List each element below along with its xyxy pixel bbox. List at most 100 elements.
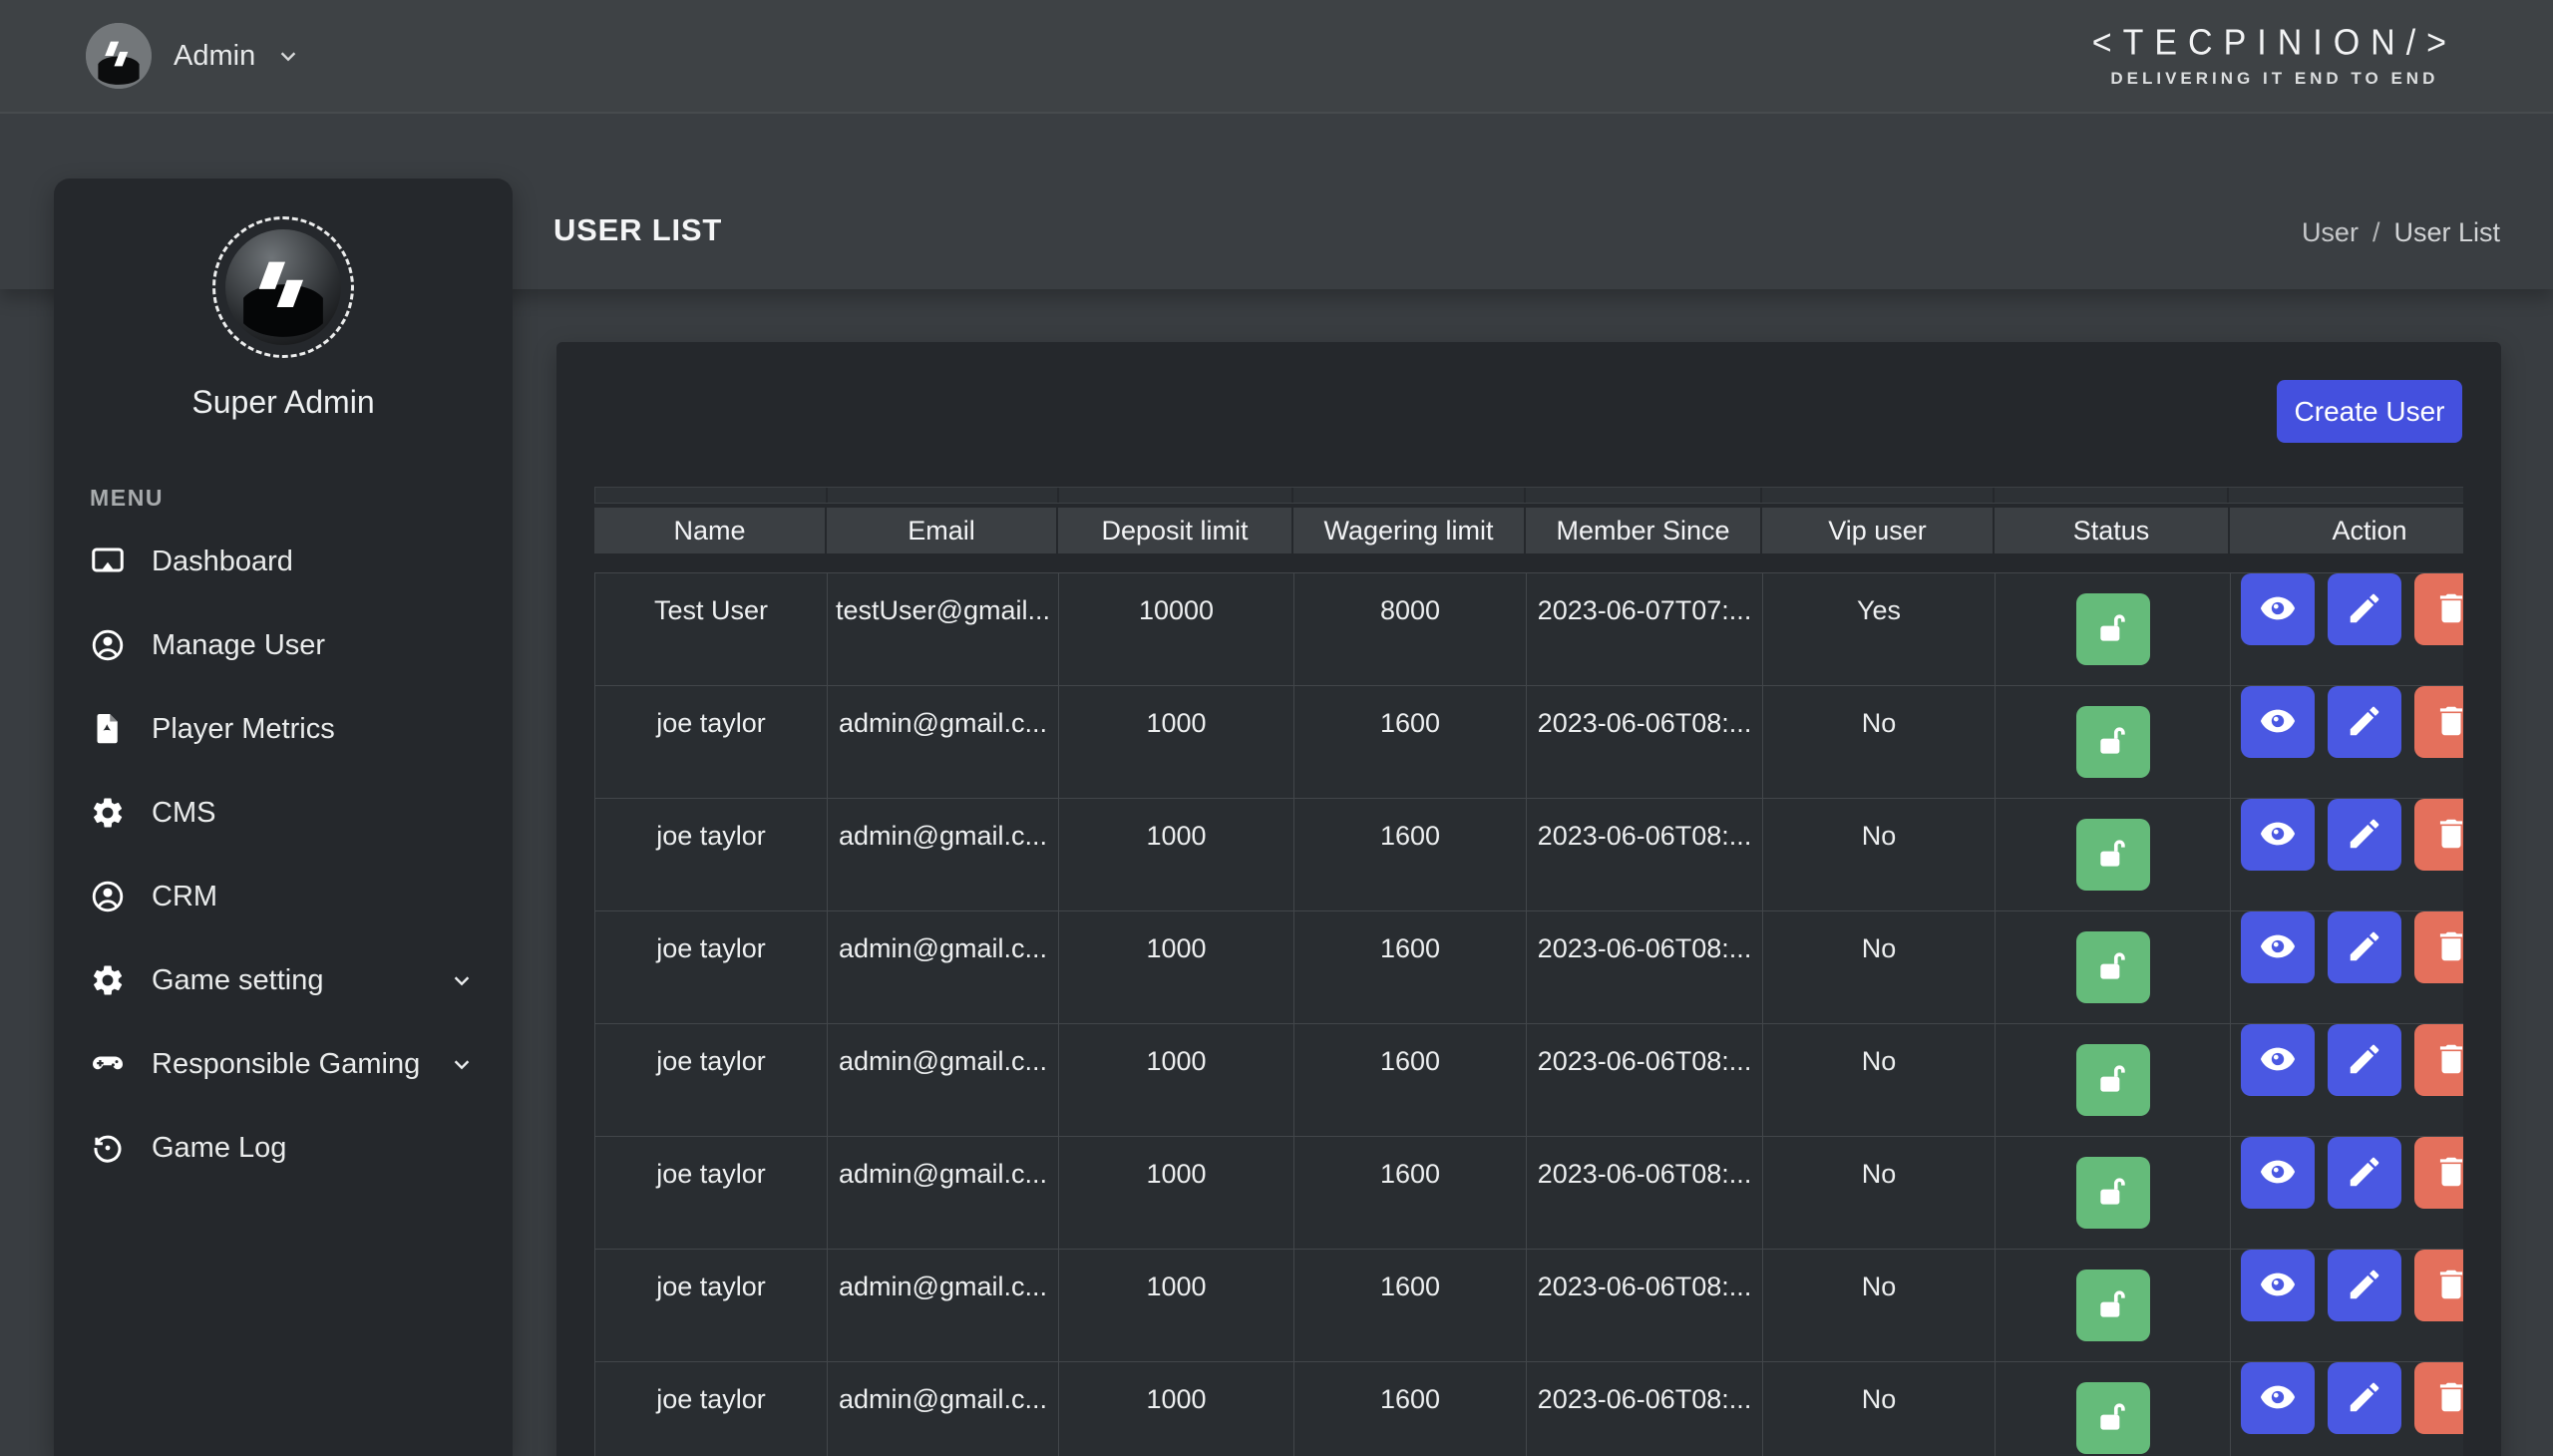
status-unlock-button[interactable] [2075, 1157, 2150, 1229]
unlock-icon [2094, 1398, 2132, 1439]
sidebar-item-label: Game setting [152, 963, 324, 996]
edit-button[interactable] [2328, 573, 2401, 645]
cell-actions [2231, 1137, 2463, 1249]
brand-logo: <TECPINION/> DELIVERING IT END TO END [2092, 23, 2457, 89]
sidebar-item-player-metrics[interactable]: Player Metrics [54, 687, 513, 771]
sidebar-item-game-log[interactable]: Game Log [54, 1106, 513, 1190]
user-list-panel: Create User Name Email Deposit limit Wageri… [556, 342, 2501, 1456]
cell-wagering-limit: 1600 [1294, 799, 1527, 910]
cell-email: admin@gmail.c... [828, 1250, 1059, 1361]
cell-name: joe taylor [595, 1250, 828, 1361]
breadcrumb-separator: / [2371, 217, 2380, 247]
cell-vip-user: No [1763, 911, 1996, 1023]
edit-button[interactable] [2328, 1250, 2401, 1321]
view-button[interactable] [2241, 1250, 2315, 1321]
sidebar-item-game-setting[interactable]: Game setting [54, 938, 513, 1022]
status-unlock-button[interactable] [2075, 1382, 2150, 1454]
user-circle-icon [90, 627, 126, 663]
pencil-icon [2346, 702, 2383, 743]
cell-email: admin@gmail.c... [828, 686, 1059, 798]
sidebar-item-dashboard[interactable]: Dashboard [54, 520, 513, 603]
chevron-down-icon [280, 52, 296, 62]
unlock-icon [2094, 1173, 2132, 1214]
sidebar-item-crm[interactable]: CRM [54, 855, 513, 938]
pencil-icon [2346, 1266, 2383, 1306]
trash-icon [2432, 1378, 2463, 1419]
delete-button[interactable] [2414, 686, 2463, 758]
admin-label: Admin [174, 39, 256, 72]
column-header-vip-user: Vip user [1762, 508, 1995, 553]
status-unlock-button[interactable] [2075, 1044, 2150, 1116]
history-icon [90, 1130, 126, 1166]
table-row: joe taylor admin@gmail.c... 1000 1600 2023-0… [595, 1362, 2463, 1456]
strip-cell [828, 488, 1059, 503]
cell-name: joe taylor [595, 686, 828, 798]
view-button[interactable] [2241, 911, 2315, 983]
delete-button[interactable] [2414, 1024, 2463, 1096]
strip-cell [1762, 488, 1995, 503]
view-button[interactable] [2241, 1362, 2315, 1434]
cell-email: admin@gmail.c... [828, 1362, 1059, 1456]
table-body: Test User testUser@gmail... 10000 8000 2023-… [594, 572, 2463, 1456]
brand-tagline: DELIVERING IT END TO END [2110, 68, 2439, 88]
status-unlock-button[interactable] [2075, 593, 2150, 665]
edit-button[interactable] [2328, 799, 2401, 871]
delete-button[interactable] [2414, 911, 2463, 983]
status-unlock-button[interactable] [2075, 931, 2150, 1003]
profile-name: Super Admin [191, 384, 375, 420]
view-button[interactable] [2241, 1137, 2315, 1209]
cell-wagering-limit: 1600 [1294, 1362, 1527, 1456]
delete-button[interactable] [2414, 573, 2463, 645]
view-button[interactable] [2241, 1024, 2315, 1096]
cell-vip-user: No [1763, 1250, 1996, 1361]
cell-actions [2231, 799, 2463, 910]
sidebar-item-responsible-gaming[interactable]: Responsible Gaming [54, 1022, 513, 1106]
table-row: joe taylor admin@gmail.c... 1000 1600 2023-0… [595, 799, 2463, 911]
cell-name: joe taylor [595, 1024, 828, 1136]
cell-deposit-limit: 1000 [1059, 1362, 1294, 1456]
pencil-icon [2346, 1040, 2383, 1081]
delete-button[interactable] [2414, 1362, 2463, 1434]
chevron-down-icon [451, 1053, 473, 1075]
edit-button[interactable] [2328, 686, 2401, 758]
status-unlock-button[interactable] [2075, 1270, 2150, 1341]
admin-menu[interactable]: Admin [86, 23, 299, 89]
view-button[interactable] [2241, 573, 2315, 645]
edit-button[interactable] [2328, 1024, 2401, 1096]
status-unlock-button[interactable] [2075, 706, 2150, 778]
pencil-icon [2346, 1378, 2383, 1419]
strip-cell [2229, 488, 2463, 503]
trash-icon [2432, 1153, 2463, 1194]
cell-member-since: 2023-06-06T08:... [1527, 1024, 1763, 1136]
cell-member-since: 2023-06-06T08:... [1527, 1250, 1763, 1361]
cell-status [1996, 1250, 2231, 1361]
brand-mark-icon [243, 261, 323, 337]
pencil-icon [2346, 815, 2383, 856]
edit-button[interactable] [2328, 1362, 2401, 1434]
avatar-ring[interactable] [212, 216, 354, 358]
sidebar-item-manage-user[interactable]: Manage User [54, 603, 513, 687]
sidebar-item-cms[interactable]: CMS [54, 771, 513, 855]
avatar [225, 229, 341, 345]
delete-button[interactable] [2414, 799, 2463, 871]
cell-actions [2231, 1362, 2463, 1456]
breadcrumb-link[interactable]: User [2302, 217, 2359, 248]
user-circle-icon [90, 879, 126, 914]
view-button[interactable] [2241, 799, 2315, 871]
gear-icon [90, 962, 126, 998]
delete-button[interactable] [2414, 1137, 2463, 1209]
sidebar-profile: Super Admin [54, 179, 513, 421]
column-header-wagering-limit: Wagering limit [1293, 508, 1526, 553]
edit-button[interactable] [2328, 1137, 2401, 1209]
status-unlock-button[interactable] [2075, 819, 2150, 891]
cell-deposit-limit: 1000 [1059, 1024, 1294, 1136]
cell-deposit-limit: 10000 [1059, 573, 1294, 685]
edit-button[interactable] [2328, 911, 2401, 983]
eye-icon [2259, 1040, 2297, 1081]
cell-wagering-limit: 1600 [1294, 1137, 1527, 1249]
view-button[interactable] [2241, 686, 2315, 758]
sidebar-item-label: CRM [152, 880, 218, 912]
delete-button[interactable] [2414, 1250, 2463, 1321]
create-user-button[interactable]: Create User [2277, 380, 2462, 443]
cell-wagering-limit: 1600 [1294, 686, 1527, 798]
